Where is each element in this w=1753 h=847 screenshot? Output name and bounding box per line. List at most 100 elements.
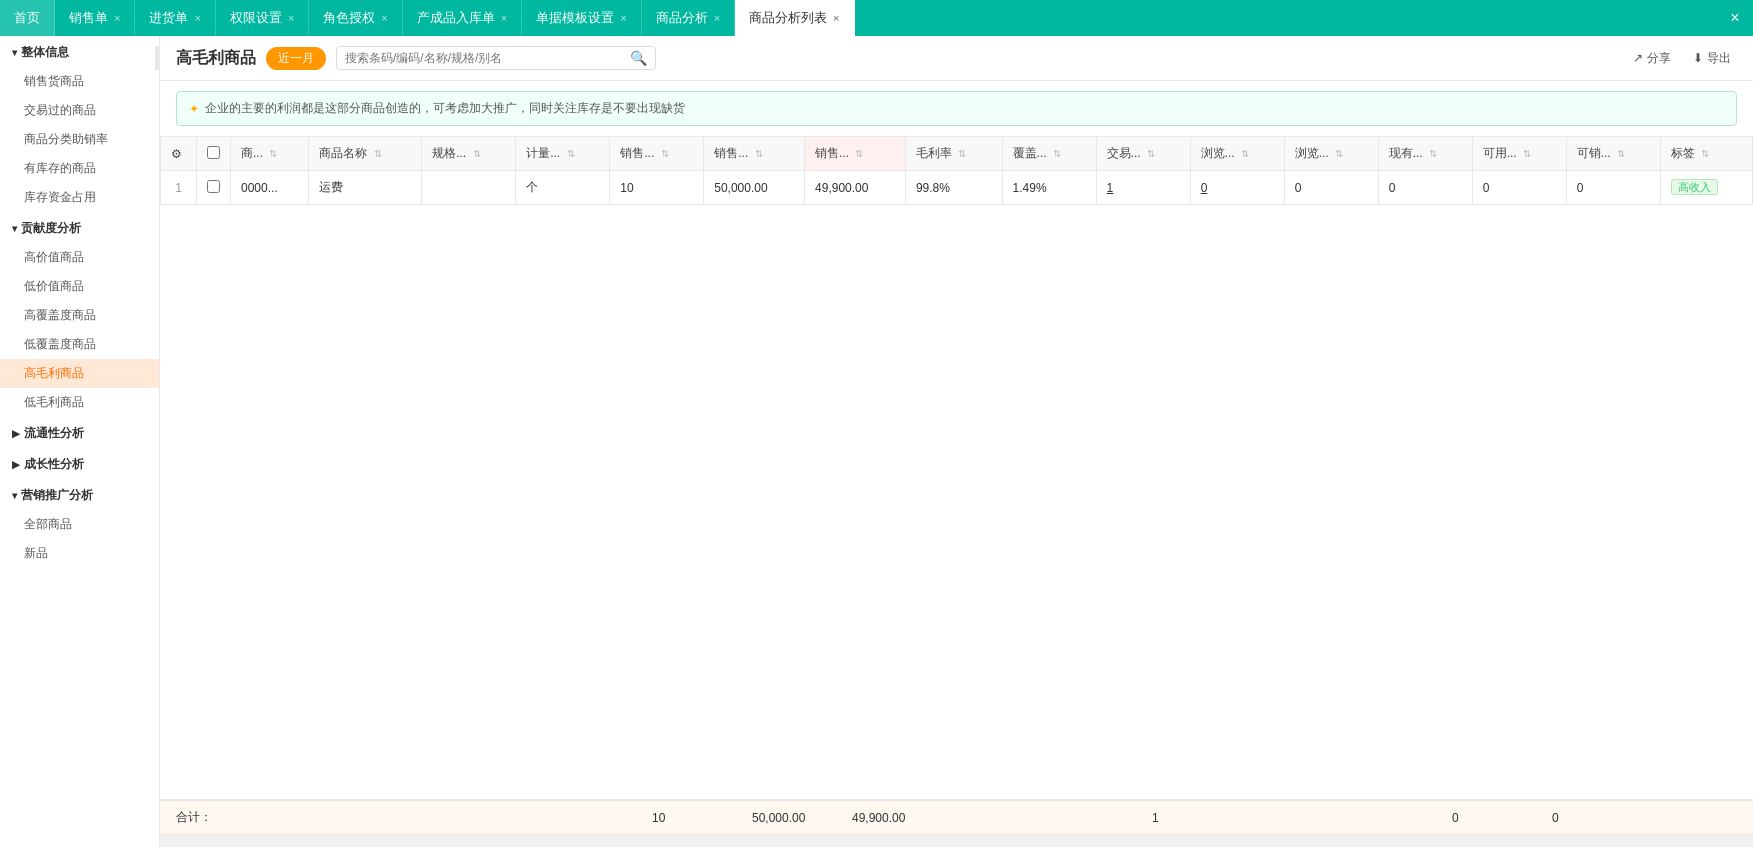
nav-tab-permission-label: 权限设置 <box>230 9 282 27</box>
nav-tab-role[interactable]: 角色授权 × <box>309 0 402 36</box>
sidebar-item-low-value[interactable]: 低价值商品 <box>0 272 159 301</box>
cell-transaction[interactable]: 1 <box>1096 171 1190 205</box>
sidebar-item-traded-goods[interactable]: 交易过的商品 <box>0 96 159 125</box>
export-label: 导出 <box>1707 50 1731 67</box>
nav-tab-role-close[interactable]: × <box>381 12 387 24</box>
cell-available-stock: 0 <box>1472 171 1566 205</box>
col-sales-cost[interactable]: 销售... ⇅ <box>805 137 906 171</box>
nav-tab-template-label: 单据模板设置 <box>536 9 614 27</box>
info-bar: ✦ 企业的主要的利润都是这部分商品创造的，可考虑加大推广，同时关注库存是不要出现… <box>176 91 1737 126</box>
sidebar-group-overall[interactable]: ▾ 整体信息 <box>0 36 159 67</box>
share-icon: ↗ <box>1633 51 1643 65</box>
transaction-link[interactable]: 1 <box>1107 181 1114 195</box>
col-tag[interactable]: 标签 ⇅ <box>1660 137 1752 171</box>
col-sales-amt[interactable]: 销售... ⇅ <box>704 137 805 171</box>
sidebar-collapse-button[interactable]: 《 <box>155 46 160 70</box>
cell-name: 运费 <box>309 171 422 205</box>
col-checkbox[interactable] <box>197 137 231 171</box>
nav-tab-template[interactable]: 单据模板设置 × <box>522 0 641 36</box>
nav-tab-product-analysis-close[interactable]: × <box>714 12 720 24</box>
cell-checkbox[interactable] <box>197 171 231 205</box>
footer-sales-cost: 49,900.00 <box>842 811 922 825</box>
nav-tab-product-analysis[interactable]: 商品分析 × <box>642 0 735 36</box>
sidebar-item-low-coverage[interactable]: 低覆盖度商品 <box>0 330 159 359</box>
col-sellable-stock[interactable]: 可销... ⇅ <box>1566 137 1660 171</box>
col-unit[interactable]: 计量... ⇅ <box>516 137 610 171</box>
col-current-stock[interactable]: 现有... ⇅ <box>1378 137 1472 171</box>
cell-browse1[interactable]: 0 <box>1190 171 1284 205</box>
cell-sales-qty: 10 <box>610 171 704 205</box>
collapse-icon: 《 <box>158 51 160 65</box>
content-header: 高毛利商品 近一月 🔍 ↗ 分享 ⬇ 导出 <box>160 36 1753 81</box>
col-settings[interactable]: ⚙ <box>161 137 197 171</box>
col-available-stock[interactable]: 可用... ⇅ <box>1472 137 1566 171</box>
sidebar-group-circulation[interactable]: ▶ 流通性分析 <box>0 417 159 448</box>
col-gross-margin[interactable]: 毛利率 ⇅ <box>905 137 1002 171</box>
chevron-down-icon-3: ▾ <box>12 490 17 501</box>
nav-tab-template-close[interactable]: × <box>620 12 626 24</box>
sidebar-item-category-rate[interactable]: 商品分类助销率 <box>0 125 159 154</box>
horizontal-scrollbar[interactable] <box>160 835 1753 847</box>
sidebar-item-stock-goods[interactable]: 有库存的商品 <box>0 154 159 183</box>
nav-tab-permission-close[interactable]: × <box>288 12 294 24</box>
nav-tab-inbound[interactable]: 产成品入库单 × <box>403 0 522 36</box>
nav-tab-purchase[interactable]: 进货单 × <box>135 0 215 36</box>
sidebar: 《 ▾ 整体信息 销售货商品 交易过的商品 商品分类助销率 有库存的商品 库存资… <box>0 36 160 847</box>
row-checkbox[interactable] <box>207 180 220 193</box>
sidebar-item-high-value[interactable]: 高价值商品 <box>0 243 159 272</box>
sort-icon-12: ⇅ <box>1335 148 1343 159</box>
footer-available-stock: 0 <box>1542 811 1622 825</box>
sort-icon-6: ⇅ <box>755 148 763 159</box>
tag-badge: 高收入 <box>1671 179 1718 195</box>
search-input[interactable] <box>345 51 630 65</box>
filter-date-button[interactable]: 近一月 <box>266 47 326 70</box>
nav-tab-analysis-list-label: 商品分析列表 <box>749 9 827 27</box>
sidebar-group-contribution[interactable]: ▾ 贡献度分析 <box>0 212 159 243</box>
header-actions: ↗ 分享 ⬇ 导出 <box>1627 47 1737 70</box>
sidebar-item-high-coverage[interactable]: 高覆盖度商品 <box>0 301 159 330</box>
sort-icon-15: ⇅ <box>1617 148 1625 159</box>
nav-tab-home[interactable]: 首页 <box>0 0 55 36</box>
nav-tab-purchase-close[interactable]: × <box>194 12 200 24</box>
sort-icon-10: ⇅ <box>1147 148 1155 159</box>
sidebar-item-low-margin[interactable]: 低毛利商品 <box>0 388 159 417</box>
nav-tab-inbound-close[interactable]: × <box>501 12 507 24</box>
col-name[interactable]: 商品名称 ⇅ <box>309 137 422 171</box>
col-transaction[interactable]: 交易... ⇅ <box>1096 137 1190 171</box>
col-code[interactable]: 商... ⇅ <box>231 137 309 171</box>
nav-tab-analysis-list[interactable]: 商品分析列表 × <box>735 0 854 36</box>
nav-tab-permission[interactable]: 权限设置 × <box>216 0 309 36</box>
sidebar-group-growth[interactable]: ▶ 成长性分析 <box>0 448 159 479</box>
nav-tab-sales[interactable]: 销售单 × <box>55 0 135 36</box>
export-button[interactable]: ⬇ 导出 <box>1687 47 1737 70</box>
col-sales-qty[interactable]: 销售... ⇅ <box>610 137 704 171</box>
sidebar-item-stock-capital[interactable]: 库存资金占用 <box>0 183 159 212</box>
sidebar-item-high-margin[interactable]: 高毛利商品 <box>0 359 159 388</box>
export-icon: ⬇ <box>1693 51 1703 65</box>
nav-tab-analysis-list-close[interactable]: × <box>833 12 839 24</box>
col-browse1[interactable]: 浏览... ⇅ <box>1190 137 1284 171</box>
sort-icon-8: ⇅ <box>958 148 966 159</box>
nav-tab-sales-close[interactable]: × <box>114 12 120 24</box>
col-coverage[interactable]: 覆盖... ⇅ <box>1002 137 1096 171</box>
col-browse2[interactable]: 浏览... ⇅ <box>1284 137 1378 171</box>
cell-unit: 个 <box>516 171 610 205</box>
info-icon: ✦ <box>189 102 199 116</box>
sort-icon-16: ⇅ <box>1701 148 1709 159</box>
search-icon[interactable]: 🔍 <box>630 50 647 66</box>
table-row: 1 0000... 运费 个 10 50,000.00 49,900.00 99… <box>161 171 1753 205</box>
sidebar-item-all-goods[interactable]: 全部商品 <box>0 510 159 539</box>
col-spec[interactable]: 规格... ⇅ <box>422 137 516 171</box>
sidebar-item-sales-goods[interactable]: 销售货商品 <box>0 67 159 96</box>
sidebar-group-marketing[interactable]: ▾ 营销推广分析 <box>0 479 159 510</box>
cell-sales-amt: 50,000.00 <box>704 171 805 205</box>
sort-icon-14: ⇅ <box>1523 148 1531 159</box>
sort-icon-9: ⇅ <box>1053 148 1061 159</box>
window-close-button[interactable]: × <box>1717 0 1753 36</box>
select-all-checkbox[interactable] <box>207 146 220 159</box>
browse1-link[interactable]: 0 <box>1201 181 1208 195</box>
share-button[interactable]: ↗ 分享 <box>1627 47 1677 70</box>
table-container: ⚙ 商... ⇅ 商品名称 ⇅ <box>160 136 1753 799</box>
sidebar-item-new-goods[interactable]: 新品 <box>0 539 159 568</box>
sort-icon-7: ⇅ <box>855 148 863 159</box>
